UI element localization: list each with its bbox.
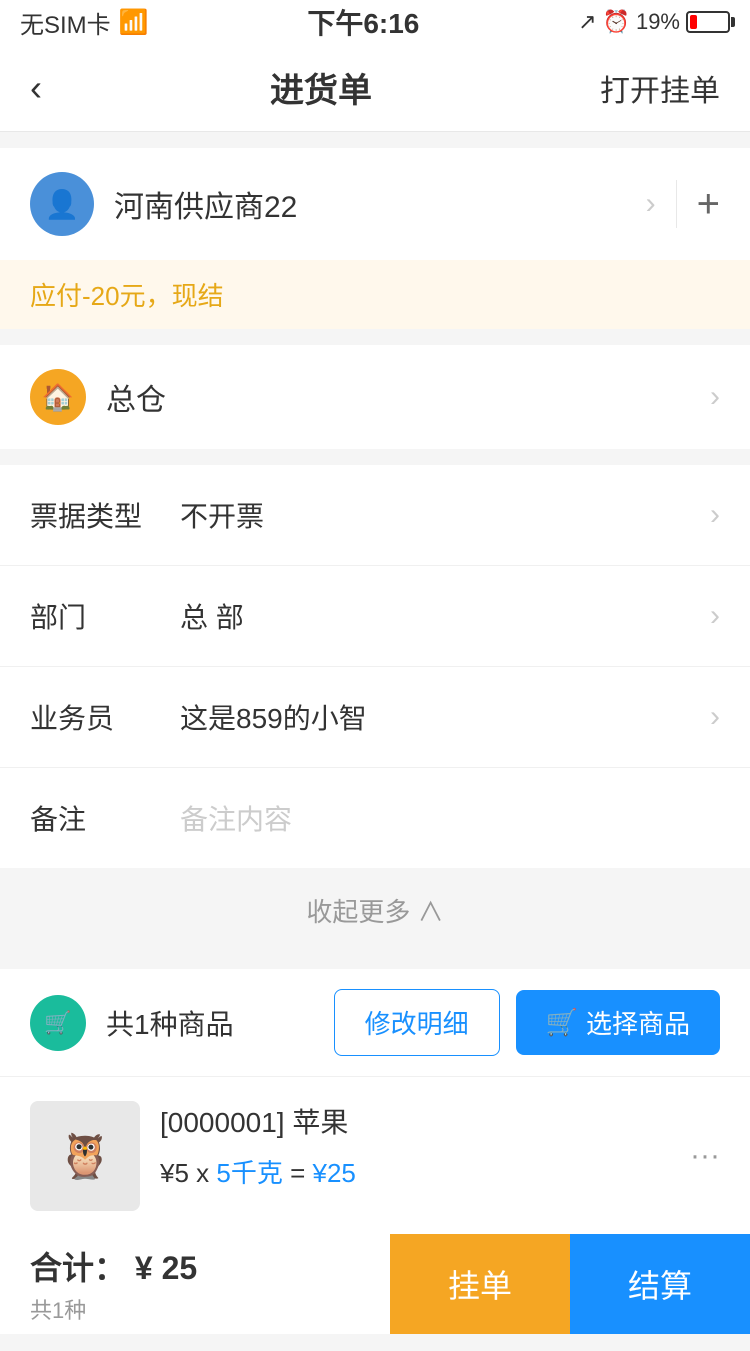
invoice-chevron-icon: › <box>710 498 720 532</box>
open-hang-button[interactable]: 打开挂单 <box>600 66 720 110</box>
bottom-bar: 合计： ¥ 25 共1种 挂单 结算 <box>0 1234 750 1334</box>
remark-placeholder[interactable]: 备注内容 <box>160 798 720 838</box>
battery-fill <box>690 15 697 29</box>
warehouse-row[interactable]: 🏠 总仓 › <box>0 345 750 449</box>
product-header: 🛒 共1种商品 修改明细 🛒 选择商品 <box>0 969 750 1076</box>
back-button[interactable]: ‹ <box>30 67 42 109</box>
supplier-row[interactable]: 👤 河南供应商22 › + <box>0 148 750 260</box>
payment-notice: 应付-20元，现结 <box>0 260 750 329</box>
dept-chevron-icon: › <box>710 599 720 633</box>
status-left: 无SIM卡 📶 <box>20 5 149 40</box>
sales-label: 业务员 <box>30 697 160 737</box>
dept-label: 部门 <box>30 596 160 636</box>
sales-chevron-icon: › <box>710 700 720 734</box>
page-title: 进货单 <box>270 63 372 112</box>
supplier-section: 👤 河南供应商22 › + 应付-20元，现结 <box>0 148 750 329</box>
vertical-divider <box>676 180 677 228</box>
total-amount-display: 合计： ¥ 25 <box>30 1243 360 1289</box>
battery-icon <box>686 11 730 33</box>
form-section: 票据类型 不开票 › 部门 总 部 › 业务员 这是859的小智 › 备注 备注… <box>0 465 750 868</box>
sales-row[interactable]: 业务员 这是859的小智 › <box>0 666 750 767</box>
collapse-bar[interactable]: 收起更多 ∧ <box>0 868 750 953</box>
equals-symbol: = <box>290 1158 312 1188</box>
product-code: [0000001] <box>160 1107 285 1138</box>
total-label: 合计： <box>30 1250 126 1286</box>
dept-row[interactable]: 部门 总 部 › <box>0 565 750 666</box>
warehouse-chevron-icon: › <box>710 380 720 414</box>
product-thumbnail: 🦉 <box>30 1101 140 1211</box>
supplier-avatar: 👤 <box>30 172 94 236</box>
price-unit: ¥5 <box>160 1158 189 1188</box>
product-count-label: 共1种商品 <box>106 1003 334 1043</box>
product-section: 🛒 共1种商品 修改明细 🛒 选择商品 🦉 [0000001] 苹果 ¥5 x … <box>0 969 750 1235</box>
warehouse-icon: 🏠 <box>30 369 86 425</box>
avatar-icon: 👤 <box>45 188 80 221</box>
wifi-icon: 📶 <box>119 8 149 37</box>
product-name: [0000001] 苹果 <box>160 1101 670 1141</box>
select-cart-icon: 🛒 <box>546 1007 578 1038</box>
supplier-name: 河南供应商22 <box>114 182 646 226</box>
supplier-chevron-icon: › <box>646 187 656 221</box>
product-info: [0000001] 苹果 ¥5 x 5千克 = ¥25 <box>160 1101 670 1190</box>
home-icon: 🏠 <box>42 382 74 413</box>
warehouse-name: 总仓 <box>106 375 710 419</box>
invoice-row[interactable]: 票据类型 不开票 › <box>0 465 750 565</box>
hang-button[interactable]: 挂单 <box>390 1234 570 1334</box>
remark-row[interactable]: 备注 备注内容 <box>0 767 750 868</box>
alarm-icon: ⏰ <box>603 9 630 35</box>
select-product-label: 选择商品 <box>586 1004 690 1041</box>
product-item: 🦉 [0000001] 苹果 ¥5 x 5千克 = ¥25 ··· <box>0 1076 750 1235</box>
product-title: 苹果 <box>292 1107 348 1138</box>
sales-value: 这是859的小智 <box>160 697 710 737</box>
owl-logo-icon: 🦉 <box>58 1130 113 1182</box>
carrier-label: 无SIM卡 <box>20 5 111 40</box>
nav-bar: ‹ 进货单 打开挂单 <box>0 44 750 132</box>
product-total: ¥25 <box>313 1158 356 1188</box>
warehouse-section: 🏠 总仓 › <box>0 345 750 449</box>
collapse-label: 收起更多 ∧ <box>306 897 443 927</box>
status-right: ↗ ⏰ 19% <box>578 9 730 35</box>
product-qty: 5千克 <box>216 1158 282 1188</box>
total-count-label: 共1种 <box>30 1293 360 1325</box>
location-icon: ↗ <box>578 9 596 35</box>
edit-detail-button[interactable]: 修改明细 <box>334 989 500 1056</box>
multiply-symbol: x <box>196 1158 216 1188</box>
product-cart-icon: 🛒 <box>30 995 86 1051</box>
select-product-button[interactable]: 🛒 选择商品 <box>516 990 720 1055</box>
product-more-button[interactable]: ··· <box>690 1139 720 1173</box>
dept-value: 总 部 <box>160 596 710 636</box>
invoice-value: 不开票 <box>160 495 710 535</box>
total-value: ¥ 25 <box>135 1250 197 1286</box>
remark-label: 备注 <box>30 798 160 838</box>
bottom-total-section: 合计： ¥ 25 共1种 <box>0 1234 390 1334</box>
invoice-label: 票据类型 <box>30 495 160 535</box>
battery-label: 19% <box>636 9 680 35</box>
add-supplier-button[interactable]: + <box>697 182 720 227</box>
status-bar: 无SIM卡 📶 下午6:16 ↗ ⏰ 19% <box>0 0 750 44</box>
product-price: ¥5 x 5千克 = ¥25 <box>160 1153 670 1190</box>
status-time: 下午6:16 <box>307 2 419 42</box>
cart-icon: 🛒 <box>44 1010 71 1036</box>
settle-button[interactable]: 结算 <box>570 1234 750 1334</box>
